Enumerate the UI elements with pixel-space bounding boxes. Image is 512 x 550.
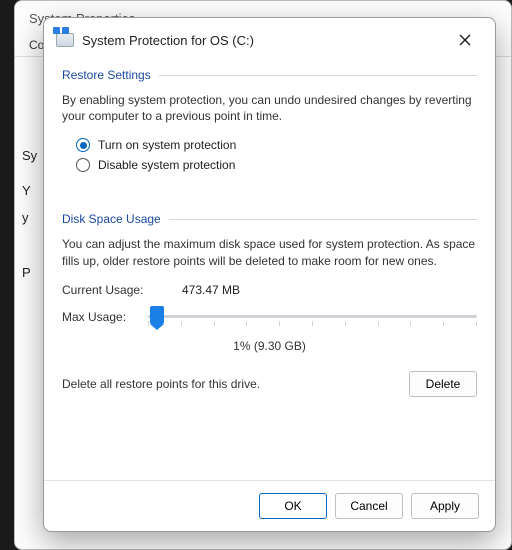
background-left-fragments: Sy Y y P bbox=[22, 90, 36, 470]
current-usage-row: Current Usage: 473.47 MB bbox=[62, 283, 477, 297]
current-usage-label: Current Usage: bbox=[62, 283, 182, 297]
max-usage-percent: 1% (9.30 GB) bbox=[62, 339, 477, 353]
radio-label-on: Turn on system protection bbox=[98, 138, 236, 152]
max-usage-row: Max Usage: bbox=[62, 303, 477, 331]
restore-description: By enabling system protection, you can u… bbox=[62, 92, 477, 124]
close-button[interactable] bbox=[447, 26, 483, 54]
disk-usage-heading: Disk Space Usage bbox=[62, 212, 477, 226]
dialog-title: System Protection for OS (C:) bbox=[82, 33, 447, 48]
delete-row: Delete all restore points for this drive… bbox=[62, 371, 477, 397]
max-usage-label: Max Usage: bbox=[62, 310, 148, 324]
slider-ticks bbox=[148, 321, 477, 326]
dialog-titlebar: System Protection for OS (C:) bbox=[44, 18, 495, 60]
close-icon bbox=[459, 34, 471, 46]
restore-radio-group: Turn on system protection Disable system… bbox=[76, 138, 477, 172]
max-usage-slider[interactable] bbox=[148, 303, 477, 331]
delete-text: Delete all restore points for this drive… bbox=[62, 377, 399, 391]
radio-disable[interactable]: Disable system protection bbox=[76, 158, 477, 172]
drive-icon bbox=[56, 33, 74, 47]
radio-icon bbox=[76, 138, 90, 152]
delete-button[interactable]: Delete bbox=[409, 371, 477, 397]
radio-turn-on[interactable]: Turn on system protection bbox=[76, 138, 477, 152]
radio-icon bbox=[76, 158, 90, 172]
dialog-body: Restore Settings By enabling system prot… bbox=[44, 60, 495, 480]
radio-label-off: Disable system protection bbox=[98, 158, 235, 172]
slider-track bbox=[148, 315, 477, 318]
apply-button[interactable]: Apply bbox=[411, 493, 479, 519]
restore-settings-heading: Restore Settings bbox=[62, 68, 477, 82]
ok-button[interactable]: OK bbox=[259, 493, 327, 519]
system-protection-dialog: System Protection for OS (C:) Restore Se… bbox=[43, 17, 496, 532]
dialog-footer: OK Cancel Apply bbox=[44, 480, 495, 531]
disk-usage-description: You can adjust the maximum disk space us… bbox=[62, 236, 477, 268]
current-usage-value: 473.47 MB bbox=[182, 283, 240, 297]
cancel-button[interactable]: Cancel bbox=[335, 493, 403, 519]
